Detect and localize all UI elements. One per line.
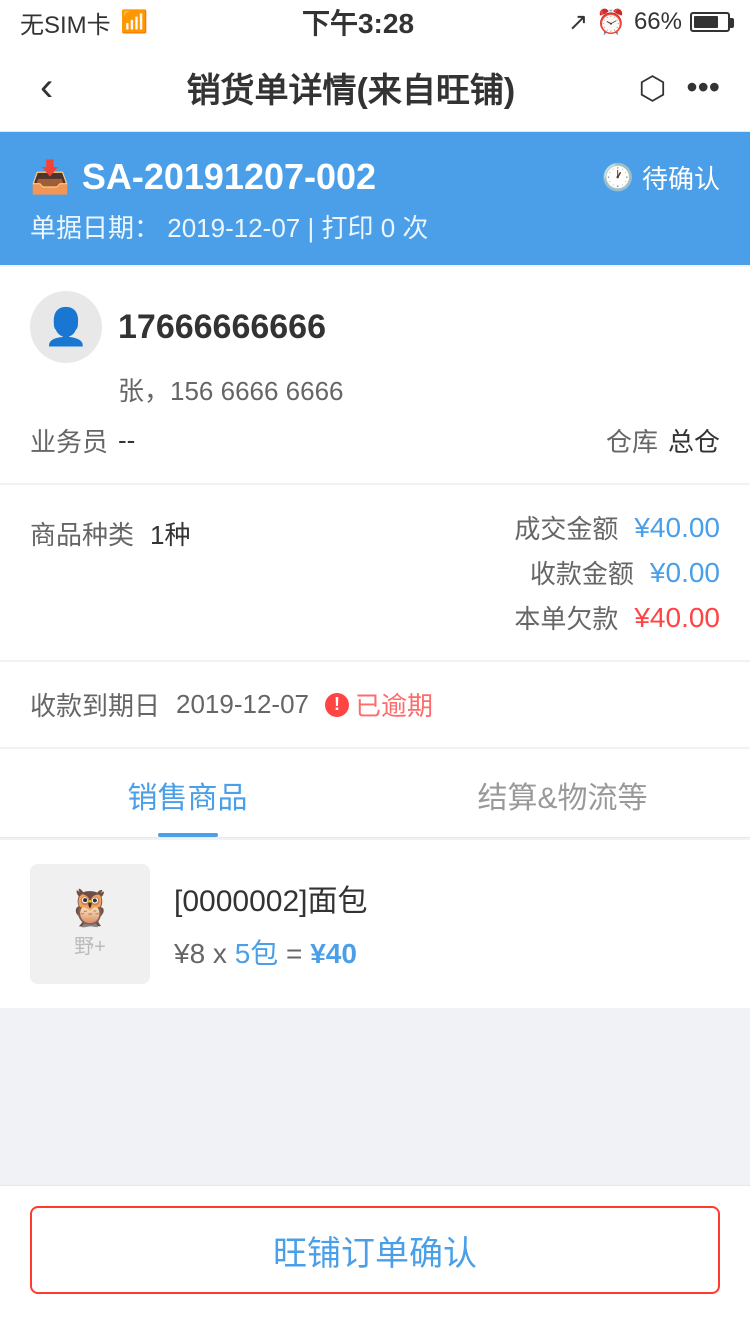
tab-sales-products-label: 销售商品 — [128, 782, 248, 815]
share-icon[interactable]: ⬡ — [638, 69, 666, 107]
product-image: 🦉 野+ — [30, 864, 150, 984]
product-price: ¥8 x 5包 = ¥40 — [174, 932, 720, 972]
page-title: 销货单详情(来自旺铺) — [187, 63, 516, 112]
payment-label: 收款金额 — [530, 554, 634, 591]
product-info: [0000002]面包 ¥8 x 5包 = ¥40 — [174, 876, 720, 972]
product-price-text: ¥8 x — [174, 938, 235, 969]
status-left: 无SIM卡 📶 — [20, 5, 148, 40]
battery-icon — [690, 12, 730, 32]
customer-name: 张，156 6666 6666 — [30, 371, 720, 408]
back-button[interactable]: ‹ — [30, 55, 63, 120]
order-date-value: 2019-12-07 — [167, 213, 300, 243]
order-status: 🕐 待确认 — [602, 159, 720, 196]
product-equals: = — [278, 938, 310, 969]
product-card: 🦉 野+ [0000002]面包 ¥8 x 5包 = ¥40 — [0, 840, 750, 1008]
location-icon: ↗ — [568, 8, 588, 37]
status-bar: 无SIM卡 📶 下午3:28 ↗ ⏰ 66% — [0, 0, 750, 44]
avatar-icon: 👤 — [44, 306, 89, 348]
alarm-icon: ⏰ — [596, 8, 626, 37]
debt-row: 本单欠款 ¥40.00 — [514, 599, 720, 636]
customer-phone: 17666666666 — [118, 308, 326, 347]
status-right: ↗ ⏰ 66% — [568, 8, 730, 37]
bottom-bar: 旺铺订单确认 — [0, 1185, 750, 1334]
debt-value: ¥40.00 — [634, 602, 720, 634]
order-header-card: 📥 SA-20191207-002 🕐 待确认 单据日期： 2019-12-07… — [0, 132, 750, 265]
order-date-row: 单据日期： 2019-12-07 | 打印 0 次 — [30, 208, 720, 245]
product-name: [0000002]面包 — [174, 876, 720, 920]
nav-actions: ⬡ ••• — [638, 69, 720, 107]
order-date-label: 单据日期： — [30, 213, 160, 243]
sales-label: 业务员 — [30, 422, 108, 459]
sales-item: 业务员 -- — [30, 422, 135, 459]
overdue-text: 已逾期 — [355, 686, 433, 723]
customer-row: 👤 17666666666 — [30, 291, 720, 363]
confirm-order-button[interactable]: 旺铺订单确认 — [30, 1206, 720, 1294]
product-logo: 🦉 野+ — [68, 890, 113, 959]
order-print-text: 打印 0 次 — [321, 213, 428, 243]
order-id-text: SA-20191207-002 — [82, 156, 376, 198]
order-date-separator: | — [307, 213, 321, 243]
due-date-label: 收款到期日 — [30, 686, 160, 723]
battery-percentage: 66% — [634, 8, 682, 36]
summary-left: 商品种类 1种 — [30, 509, 514, 552]
product-logo-text: 野+ — [68, 930, 113, 959]
nav-bar: ‹ 销货单详情(来自旺铺) ⬡ ••• — [0, 44, 750, 132]
warehouse-value: 总仓 — [668, 422, 720, 459]
avatar: 👤 — [30, 291, 102, 363]
transaction-row: 成交金额 ¥40.00 — [514, 509, 720, 546]
due-date-card: 收款到期日 2019-12-07 ! 已逾期 — [0, 662, 750, 747]
overdue-badge: ! 已逾期 — [325, 686, 433, 723]
summary-right: 成交金额 ¥40.00 收款金额 ¥0.00 本单欠款 ¥40.00 — [514, 509, 720, 636]
clock-icon: 🕐 — [602, 162, 634, 193]
wifi-icon: 📶 — [121, 9, 148, 35]
warehouse-label: 仓库 — [606, 422, 658, 459]
more-icon[interactable]: ••• — [686, 69, 720, 106]
sales-value: -- — [118, 425, 135, 456]
product-quantity: 5包 — [235, 938, 279, 969]
due-date-value: 2019-12-07 — [176, 689, 309, 720]
tab-settlement-logistics-label: 结算&物流等 — [477, 782, 647, 815]
payment-row: 收款金额 ¥0.00 — [530, 554, 720, 591]
tab-settlement-logistics[interactable]: 结算&物流等 — [375, 749, 750, 837]
customer-meta: 业务员 -- 仓库 总仓 — [30, 422, 720, 459]
summary-card: 商品种类 1种 成交金额 ¥40.00 收款金额 ¥0.00 本单欠款 ¥40.… — [0, 485, 750, 660]
payment-value: ¥0.00 — [650, 557, 720, 589]
content-spacer — [0, 1008, 750, 1208]
product-total: ¥40 — [310, 938, 357, 969]
transaction-value: ¥40.00 — [634, 512, 720, 544]
category-label: 商品种类 — [30, 515, 134, 552]
tab-sales-products[interactable]: 销售商品 — [0, 749, 375, 837]
order-inbox-icon: 📥 — [30, 158, 70, 196]
tab-underline — [158, 833, 218, 837]
order-status-text: 待确认 — [642, 159, 720, 196]
overdue-dot-icon: ! — [325, 693, 349, 717]
category-value: 1种 — [150, 515, 190, 552]
customer-card: 👤 17666666666 张，156 6666 6666 业务员 -- 仓库 … — [0, 267, 750, 483]
order-id: 📥 SA-20191207-002 — [30, 156, 376, 198]
status-time: 下午3:28 — [302, 2, 414, 42]
tabs-bar: 销售商品 结算&物流等 — [0, 749, 750, 838]
order-number-row: 📥 SA-20191207-002 🕐 待确认 — [30, 156, 720, 198]
warehouse-item: 仓库 总仓 — [606, 422, 720, 459]
debt-label: 本单欠款 — [514, 599, 618, 636]
transaction-label: 成交金额 — [514, 509, 618, 546]
carrier-text: 无SIM卡 — [20, 5, 111, 40]
